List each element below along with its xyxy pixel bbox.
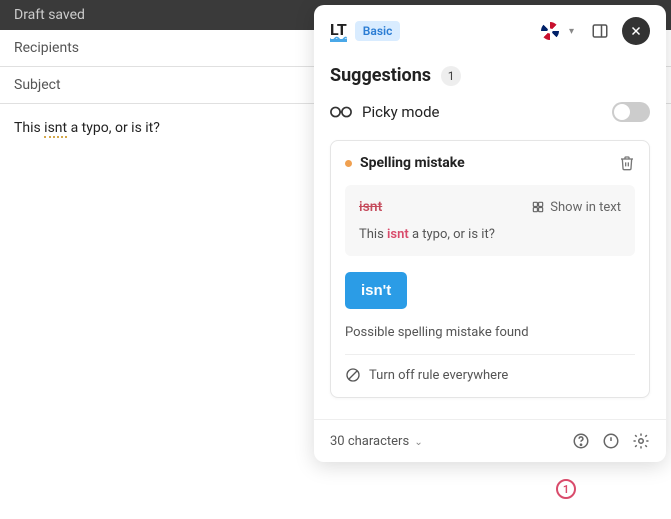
error-count-badge[interactable]: 1	[556, 479, 576, 499]
sidebar-toggle-icon[interactable]	[586, 17, 614, 45]
picky-mode-toggle[interactable]	[612, 102, 650, 122]
turn-off-label: Turn off rule everywhere	[369, 368, 508, 383]
card-title: Spelling mistake	[360, 155, 611, 171]
glasses-icon	[330, 105, 352, 119]
category-dot-icon	[345, 160, 352, 167]
card-description: Possible spelling mistake found	[345, 325, 635, 340]
body-text-post: a typo, or is it?	[67, 120, 160, 136]
suggestions-count: 1	[441, 66, 461, 86]
show-in-text-label: Show in text	[550, 200, 621, 215]
suggestion-button[interactable]: isn't	[345, 272, 407, 309]
locate-icon	[531, 200, 545, 214]
suggestions-header: Suggestions 1	[330, 65, 650, 86]
context-top-row: isnt Show in text	[359, 199, 621, 215]
card-header: Spelling mistake	[345, 155, 635, 171]
language-flag-icon[interactable]	[541, 22, 559, 40]
picky-mode-label: Picky mode	[362, 103, 440, 121]
gear-icon[interactable]	[632, 432, 650, 450]
chevron-down-icon[interactable]: ▾	[569, 26, 574, 37]
body-text-pre: This	[14, 120, 44, 136]
picky-mode-row: Picky mode	[330, 102, 650, 122]
suggestion-card: Spelling mistake isnt Show in text This …	[330, 140, 650, 398]
chevron-down-icon: ⌄	[414, 437, 422, 448]
context-error-word: isnt	[387, 227, 409, 242]
suggestions-title: Suggestions	[330, 65, 431, 86]
grammar-panel: LT Basic ▾ Suggestions 1 Picky mode Spel…	[314, 5, 666, 462]
power-icon[interactable]	[602, 432, 620, 450]
lt-logo: LT	[330, 20, 347, 42]
show-in-text-button[interactable]: Show in text	[531, 200, 621, 215]
context-box: isnt Show in text This isnt a typo, or i…	[345, 185, 635, 256]
plan-badge[interactable]: Basic	[355, 21, 401, 41]
strike-word: isnt	[359, 199, 525, 215]
close-icon[interactable]	[622, 17, 650, 45]
help-icon[interactable]	[572, 432, 590, 450]
panel-header: LT Basic ▾	[314, 5, 666, 57]
trash-icon[interactable]	[619, 155, 635, 171]
context-sentence: This isnt a typo, or is it?	[359, 227, 621, 242]
panel-footer: 30 characters ⌄	[314, 419, 666, 462]
turn-off-rule-button[interactable]: Turn off rule everywhere	[345, 354, 635, 383]
ban-icon	[345, 367, 361, 383]
character-count[interactable]: 30 characters ⌄	[330, 434, 427, 449]
typo-underline[interactable]: isnt	[44, 120, 67, 138]
panel-body: Suggestions 1 Picky mode Spelling mistak…	[314, 57, 666, 419]
